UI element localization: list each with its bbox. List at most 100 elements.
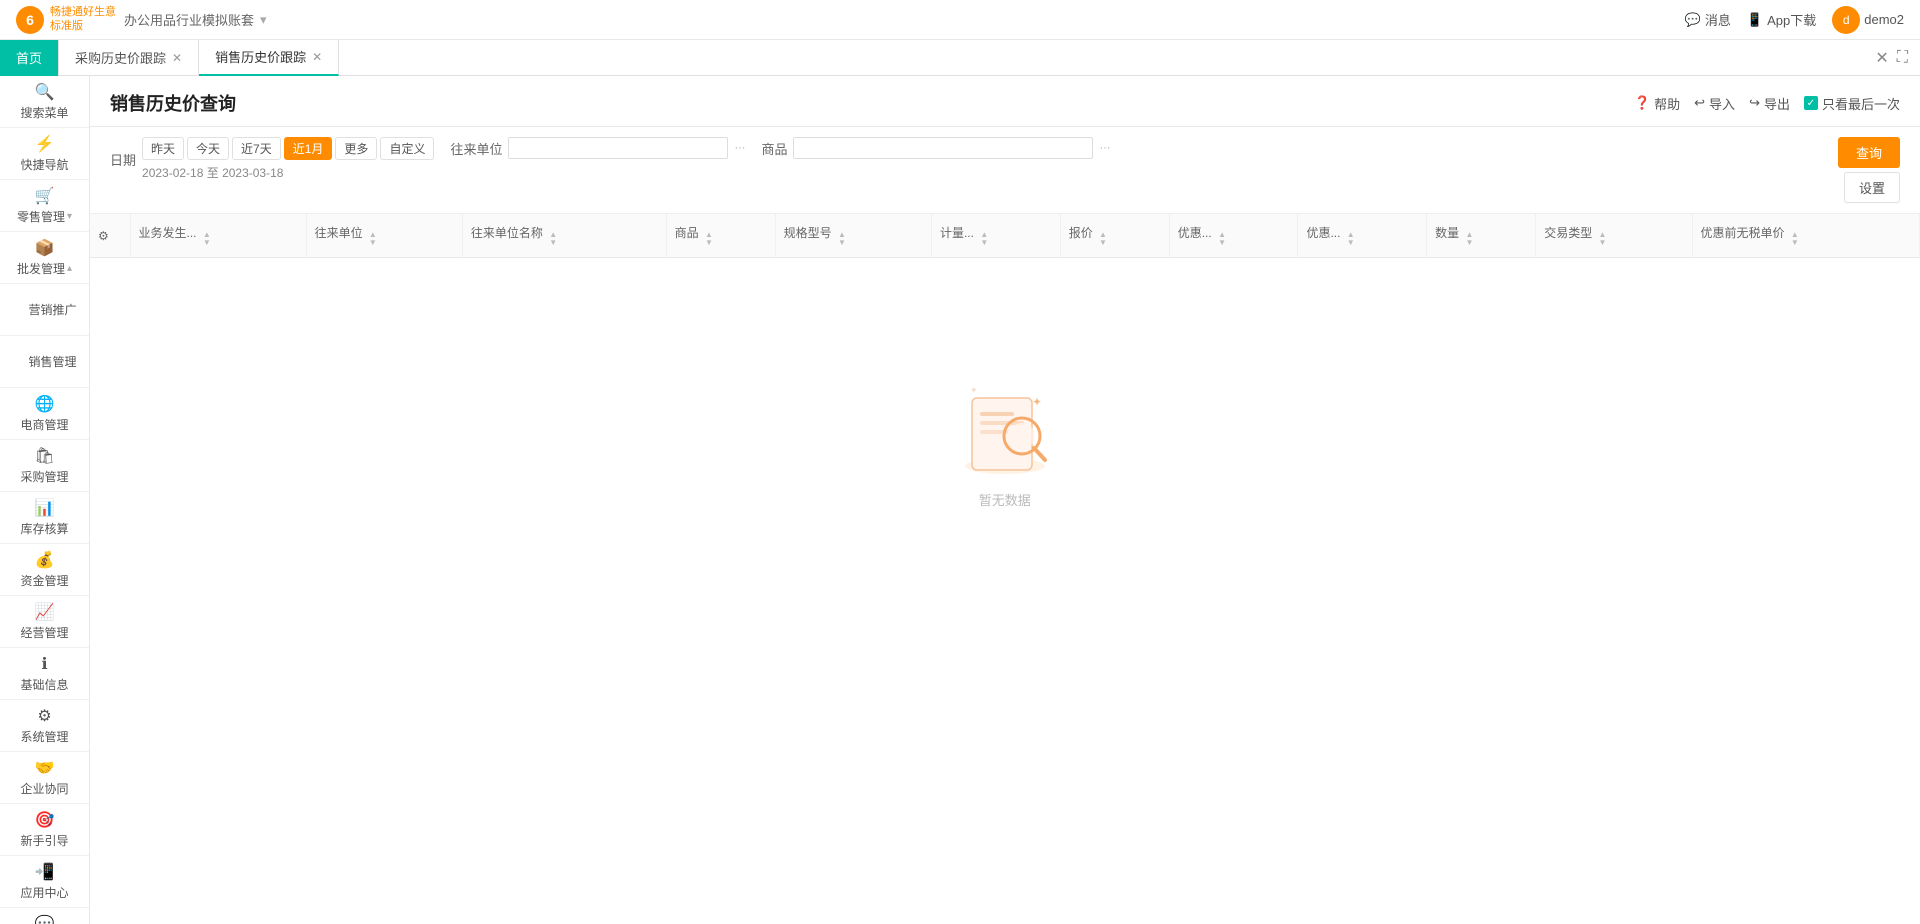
sort-discount2: ▲▼ [1347,231,1355,247]
col-settings[interactable]: ⚙ [90,214,130,258]
tab-purchase-close[interactable]: ✕ [172,51,182,65]
filter-date-block: 昨天 今天 近7天 近1月 更多 自定义 2023-02-18 至 2023-0… [142,137,434,181]
tab-sales-history[interactable]: 销售历史价跟踪 ✕ [199,40,339,76]
sidebar-item-sales-mgmt[interactable]: 销售管理 [0,336,89,388]
export-icon: ↪ [1749,95,1760,111]
filter-counterparty-dots[interactable]: ··· [734,142,745,154]
sidebar-item-app-center[interactable]: 📲 应用中心 [0,856,89,908]
col-quote-label: 报价 [1069,226,1093,240]
user-name: demo2 [1864,12,1904,27]
filter-counterparty-input[interactable] [508,137,728,159]
sidebar-item-marketing[interactable]: 营销推广 [0,284,89,336]
sidebar-item-enterprise-agreement[interactable]: 🤝 企业协同 [0,752,89,804]
app-title-text: 办公用品行业模拟账套 [124,10,254,29]
purchase-icon: 🛍 [34,446,54,466]
col-price-no-tax[interactable]: 优惠前无税单价 ▲▼ [1692,214,1919,258]
sort-spec: ▲▼ [838,231,846,247]
sidebar-label-search-menu: 搜索菜单 [20,104,68,121]
sidebar-item-fund[interactable]: 💰 资金管理 [0,544,89,596]
filter-product-dots[interactable]: ··· [1099,142,1110,154]
sidebar-item-purchase[interactable]: 🛍 采购管理 [0,440,89,492]
tab-home-label: 首页 [16,48,42,67]
col-quantity[interactable]: 数量 ▲▼ [1427,214,1536,258]
sidebar-item-quick-nav[interactable]: ⚡ 快捷导航 [0,128,89,180]
logo-icon: 6 [16,6,44,34]
col-trade-type[interactable]: 交易类型 ▲▼ [1536,214,1692,258]
inventory-icon: 📊 [35,498,55,518]
app-download-btn[interactable]: 📱 App下载 [1747,10,1816,29]
empty-text: 暂无数据 [979,490,1031,509]
query-button[interactable]: 查询 [1838,137,1900,168]
col-biz-date-label: 业务发生... [139,226,197,240]
table-body: ✦ ✦ 暂无数据 [90,258,1920,630]
user-area[interactable]: d demo2 [1832,6,1904,34]
col-discount1[interactable]: 优惠... ▲▼ [1169,214,1298,258]
sidebar-label-purchase: 采购管理 [20,468,68,485]
title-dropdown-icon[interactable]: ▾ [260,12,267,28]
tab-home[interactable]: 首页 [0,40,59,76]
sidebar-label-system: 系统管理 [20,728,68,745]
sidebar-item-inventory[interactable]: 📊 库存核算 [0,492,89,544]
tab-purchase-label: 采购历史价跟踪 [75,48,166,67]
sidebar-item-wholesale-mgmt[interactable]: 📦 批发管理 ▴ [0,232,89,284]
logo-letter: 6 [26,12,34,28]
date-btn-last7[interactable]: 近7天 [232,137,281,160]
sort-trade-type: ▲▼ [1599,231,1607,247]
sidebar-item-new-guide[interactable]: 🎯 新手引导 [0,804,89,856]
sidebar-label-quick-nav: 快捷导航 [20,156,68,173]
filter-product-label: 商品 [761,139,787,158]
sidebar-label-new-guide: 新手引导 [20,832,68,849]
sidebar-item-enterprise-wechat[interactable]: 💬 企业微信 [0,908,89,924]
filter-product-input[interactable] [793,137,1093,159]
sort-price-no-tax: ▲▼ [1791,231,1799,247]
enterprise-agreement-icon: 🤝 [35,758,55,778]
filter-action-buttons: 查询 设置 [1838,137,1900,203]
filter-counterparty-label: 往来单位 [450,139,502,158]
date-btn-more[interactable]: 更多 [335,137,377,160]
page-header: 销售历史价查询 ❓ 帮助 ↩ 导入 ↪ 导出 ✓ 只看最后一次 [90,76,1920,127]
col-biz-date[interactable]: 业务发生... ▲▼ [130,214,306,258]
sidebar-label-retail-mgmt: 零售管理 [17,208,65,225]
date-btn-yesterday[interactable]: 昨天 [142,137,184,160]
wholesale-mgmt-arrow: ▴ [67,263,72,274]
message-btn[interactable]: 💬 消息 [1685,10,1731,29]
date-btn-today[interactable]: 今天 [187,137,229,160]
sidebar-item-search-menu[interactable]: 🔍 搜索菜单 [0,76,89,128]
col-quote[interactable]: 报价 ▲▼ [1060,214,1169,258]
col-counterparty[interactable]: 往来单位 ▲▼ [306,214,462,258]
tab-close-all-btn[interactable]: ✕ [1875,48,1888,68]
sidebar-item-operation[interactable]: 📈 经营管理 [0,596,89,648]
filter-date-group: 日期 昨天 今天 近7天 近1月 更多 自定义 2023-02-18 至 202… [110,137,434,181]
only-last-checkbox-label[interactable]: ✓ 只看最后一次 [1804,94,1900,113]
only-last-label: 只看最后一次 [1822,94,1900,113]
export-btn[interactable]: ↪ 导出 [1749,94,1790,113]
sort-biz-date: ▲▼ [203,231,211,247]
col-counterparty-name[interactable]: 往来单位名称 ▲▼ [462,214,666,258]
col-product[interactable]: 商品 ▲▼ [666,214,775,258]
sort-counterparty: ▲▼ [369,231,377,247]
col-discount2[interactable]: 优惠... ▲▼ [1298,214,1427,258]
sort-quote: ▲▼ [1099,231,1107,247]
sidebar-item-retail-mgmt[interactable]: 🛒 零售管理 ▾ [0,180,89,232]
tab-bar-actions: ✕ ⛶ [1875,48,1920,68]
sidebar-item-system[interactable]: ⚙ 系统管理 [0,700,89,752]
user-avatar-letter: d [1843,13,1850,27]
tab-fullscreen-btn[interactable]: ⛶ [1897,49,1908,67]
only-last-checkbox[interactable]: ✓ [1804,96,1818,110]
message-label: 消息 [1705,10,1731,29]
date-btn-custom[interactable]: 自定义 [380,137,434,160]
avatar: d [1832,6,1860,34]
tab-sales-close[interactable]: ✕ [312,50,322,64]
col-spec[interactable]: 规格型号 ▲▼ [775,214,931,258]
import-btn[interactable]: ↩ 导入 [1694,94,1735,113]
tab-purchase-history[interactable]: 采购历史价跟踪 ✕ [59,40,199,76]
settings-button[interactable]: 设置 [1844,172,1900,203]
date-btn-last1m[interactable]: 近1月 [284,137,333,160]
table-container: ⚙ 业务发生... ▲▼ 往来单位 ▲▼ 往来单位名称 ▲▼ [90,214,1920,924]
app-download-icon: 📱 [1747,12,1763,28]
help-btn[interactable]: ❓ 帮助 [1634,94,1680,113]
sidebar-item-ecommerce[interactable]: 🌐 电商管理 [0,388,89,440]
col-unit[interactable]: 计量... ▲▼ [931,214,1060,258]
sidebar-item-basic-info[interactable]: ℹ 基础信息 [0,648,89,700]
empty-illustration: ✦ ✦ [950,378,1060,478]
